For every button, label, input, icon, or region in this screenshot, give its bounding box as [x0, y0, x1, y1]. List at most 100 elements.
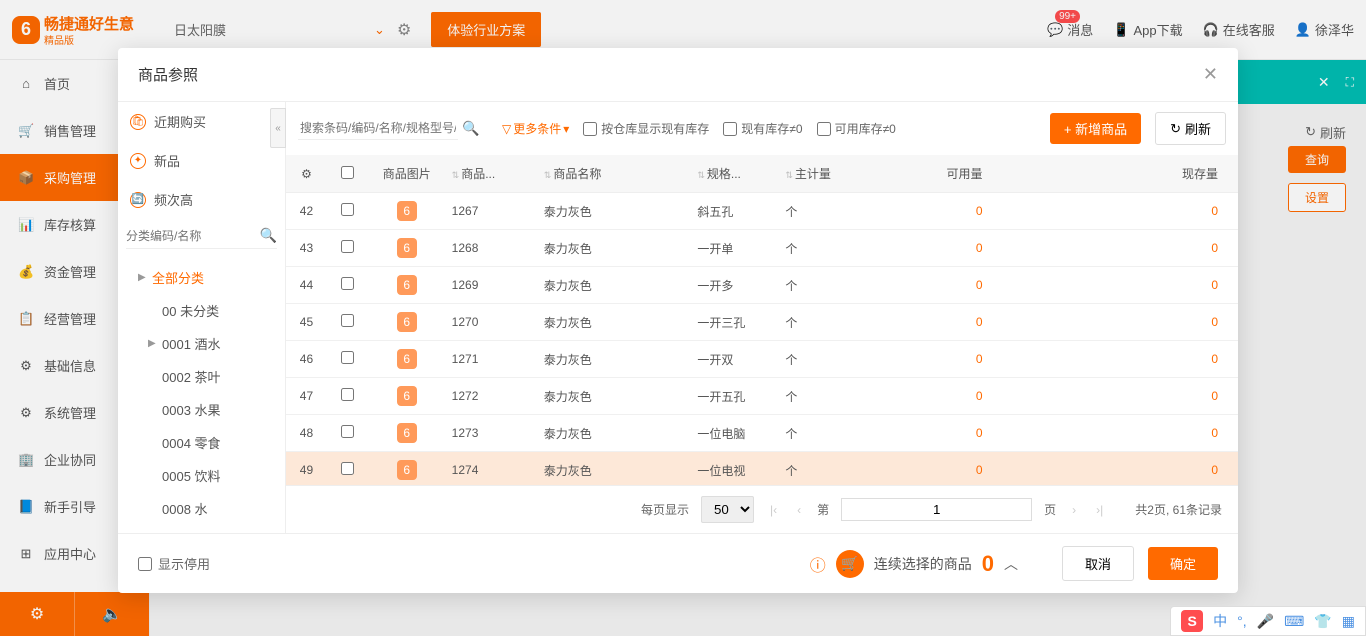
category-item-0004[interactable]: 0004 零食 [118, 426, 285, 459]
table-row[interactable]: 45 6 1270 泰力灰色 一开三孔 个 0 0 [286, 304, 1238, 341]
table-row[interactable]: 48 6 1273 泰力灰色 一位电脑 个 0 0 [286, 415, 1238, 452]
scope-icon: 🛍 [130, 114, 146, 130]
row-checkbox[interactable] [341, 462, 354, 475]
ime-lang[interactable]: 中 [1213, 611, 1227, 631]
image-column[interactable]: 商品图片 [368, 155, 446, 193]
per-page-select[interactable]: 50 [701, 496, 754, 523]
checkbox-column [327, 155, 368, 193]
product-image-icon: 6 [397, 423, 417, 443]
table-row[interactable]: 47 6 1272 泰力灰色 一开五孔 个 0 0 [286, 378, 1238, 415]
row-checkbox[interactable] [341, 203, 354, 216]
row-checkbox[interactable] [341, 351, 354, 364]
category-item-0001[interactable]: ▶0001 酒水 [118, 327, 285, 360]
modal-title: 商品参照 [138, 64, 198, 85]
help-icon[interactable]: ⓘ [810, 552, 826, 576]
table-row[interactable]: 43 6 1268 泰力灰色 一开单 个 0 0 [286, 230, 1238, 267]
scope-icon: 🔄 [130, 192, 146, 208]
category-all[interactable]: ▶ 全部分类 [118, 261, 285, 294]
category-item-0002[interactable]: 0002 茶叶 [118, 360, 285, 393]
cancel-button[interactable]: 取消 [1062, 546, 1134, 581]
category-search-input[interactable] [126, 229, 260, 243]
scope-item-1[interactable]: ✦新品 [118, 141, 285, 180]
collapse-button[interactable]: « [270, 108, 286, 148]
category-tree: ▶ 全部分类 00 未分类▶0001 酒水0002 茶叶0003 水果0004 … [118, 257, 285, 533]
refresh-button[interactable]: ↻ 刷新 [1155, 112, 1226, 145]
unit-column[interactable]: ⇅主计量 [779, 155, 849, 193]
product-image-icon: 6 [397, 201, 417, 221]
table-row[interactable]: 44 6 1269 泰力灰色 一开多 个 0 0 [286, 267, 1238, 304]
filter-bar: 🔍 ▽ 更多条件 ▾ 按仓库显示现有库存现有库存≠0可用库存≠0 + 新增商品 … [286, 102, 1238, 155]
ime-menu-icon[interactable]: ▦ [1342, 613, 1355, 630]
chevron-down-icon: ▾ [563, 122, 569, 136]
gear-column[interactable]: ⚙ [286, 155, 327, 193]
category-item-0003[interactable]: 0003 水果 [118, 393, 285, 426]
product-table-wrap: ⚙ 商品图片 ⇅商品... ⇅商品名称 ⇅规格... ⇅主计量 可用量 现存量 … [286, 155, 1238, 485]
close-icon[interactable]: ✕ [1203, 64, 1218, 85]
row-checkbox[interactable] [341, 388, 354, 401]
cart-icon: 🛒 [836, 550, 864, 578]
table-row[interactable]: 42 6 1267 泰力灰色 斜五孔 个 0 0 [286, 193, 1238, 230]
refresh-icon: ↻ [1170, 121, 1181, 137]
product-table: ⚙ 商品图片 ⇅商品... ⇅商品名称 ⇅规格... ⇅主计量 可用量 现存量 … [286, 155, 1238, 485]
name-column[interactable]: ⇅商品名称 [538, 155, 692, 193]
product-lookup-modal: 商品参照 ✕ « 🛍近期购买✦新品🔄频次高 🔍 ▶ 全部分类 00 未分类▶00… [118, 48, 1238, 593]
add-product-button[interactable]: + 新增商品 [1050, 113, 1141, 144]
chevron-right-icon: ▶ [138, 272, 148, 283]
filter-icon: ▽ [502, 122, 511, 136]
spec-column[interactable]: ⇅规格... [691, 155, 779, 193]
product-search-input[interactable] [298, 117, 458, 140]
chevron-up-icon[interactable]: ︿ [1004, 554, 1018, 574]
row-checkbox[interactable] [341, 277, 354, 290]
filter-checkbox-2[interactable]: 可用库存≠0 [817, 120, 896, 137]
scope-item-2[interactable]: 🔄频次高 [118, 180, 285, 219]
table-row[interactable]: 46 6 1271 泰力灰色 一开双 个 0 0 [286, 341, 1238, 378]
pagination: 每页显示 50 |‹ ‹ 第 页 › ›| 共2页, 61条记录 [286, 485, 1238, 533]
product-image-icon: 6 [397, 386, 417, 406]
product-image-icon: 6 [397, 349, 417, 369]
product-search: 🔍 [298, 117, 488, 140]
last-page-icon[interactable]: ›| [1092, 503, 1107, 517]
product-image-icon: 6 [397, 238, 417, 258]
confirm-button[interactable]: 确定 [1148, 547, 1218, 580]
ime-skin-icon[interactable]: 👕 [1314, 613, 1331, 630]
page-input[interactable] [841, 498, 1032, 521]
table-row[interactable]: 49 6 1274 泰力灰色 一位电视 个 0 0 [286, 452, 1238, 486]
sogou-logo-icon: S [1181, 610, 1203, 632]
available-column[interactable]: 可用量 [849, 155, 1003, 193]
category-search: 🔍 [126, 223, 277, 249]
row-checkbox[interactable] [341, 425, 354, 438]
filter-checkbox-1[interactable]: 现有库存≠0 [723, 120, 802, 137]
product-image-icon: 6 [397, 312, 417, 332]
ime-voice-icon[interactable]: 🎤 [1257, 613, 1274, 630]
modal-body: « 🛍近期购买✦新品🔄频次高 🔍 ▶ 全部分类 00 未分类▶0001 酒水00… [118, 102, 1238, 533]
ime-keyboard-icon[interactable]: ⌨ [1284, 613, 1304, 630]
selected-count: 0 [982, 551, 994, 577]
next-page-icon[interactable]: › [1068, 503, 1080, 517]
category-item-0008[interactable]: 0008 水 [118, 492, 285, 525]
stock-column[interactable]: 现存量 [1003, 155, 1238, 193]
total-records: 共2页, 61条记录 [1135, 501, 1222, 518]
show-disabled-checkbox[interactable]: 显示停用 [138, 554, 210, 573]
category-item-0010[interactable]: 0010 家电 [118, 525, 285, 533]
more-filters-link[interactable]: ▽ 更多条件 ▾ [502, 120, 569, 137]
ime-toolbar[interactable]: S 中 °, 🎤 ⌨ 👕 ▦ [1170, 606, 1366, 636]
search-icon[interactable]: 🔍 [462, 120, 479, 137]
filter-checkbox-0[interactable]: 按仓库显示现有库存 [583, 120, 709, 137]
row-checkbox[interactable] [341, 314, 354, 327]
category-item-00[interactable]: 00 未分类 [118, 294, 285, 327]
ime-punct-icon[interactable]: °, [1237, 613, 1247, 629]
category-item-0005[interactable]: 0005 饮料 [118, 459, 285, 492]
code-column[interactable]: ⇅商品... [446, 155, 538, 193]
scope-icon: ✦ [130, 153, 146, 169]
product-image-icon: 6 [397, 275, 417, 295]
selection-summary: ⓘ 🛒 连续选择的商品 0 ︿ [810, 550, 1018, 578]
scope-item-0[interactable]: 🛍近期购买 [118, 102, 285, 141]
modal-right-panel: 🔍 ▽ 更多条件 ▾ 按仓库显示现有库存现有库存≠0可用库存≠0 + 新增商品 … [286, 102, 1238, 533]
select-all-checkbox[interactable] [341, 166, 354, 179]
first-page-icon[interactable]: |‹ [766, 503, 781, 517]
search-icon[interactable]: 🔍 [260, 227, 277, 244]
row-checkbox[interactable] [341, 240, 354, 253]
expander-icon: ▶ [148, 338, 158, 349]
prev-page-icon[interactable]: ‹ [793, 503, 805, 517]
product-image-icon: 6 [397, 460, 417, 480]
